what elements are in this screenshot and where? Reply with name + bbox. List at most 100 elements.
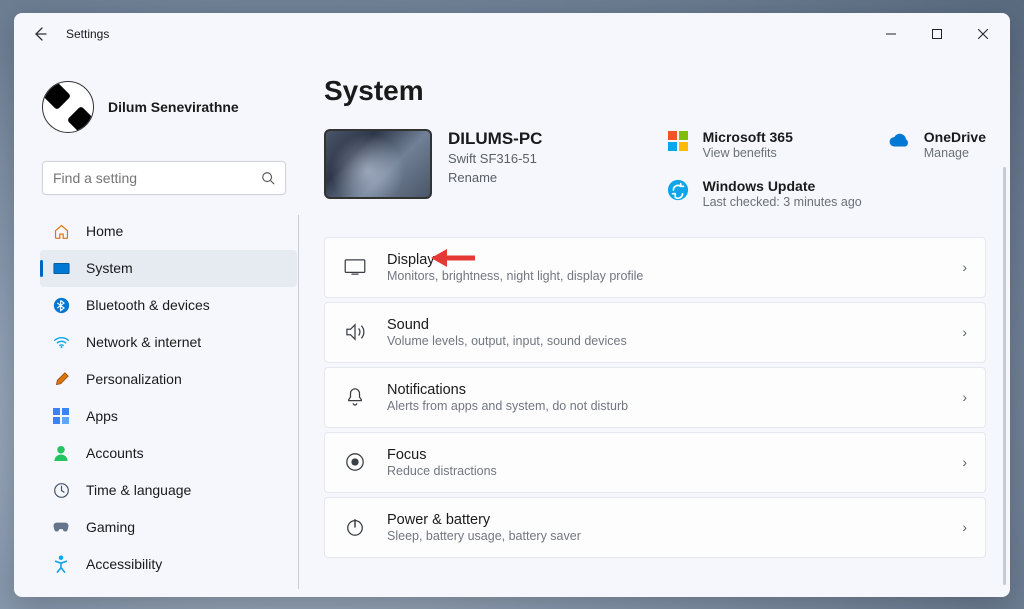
accessibility-icon	[52, 555, 70, 573]
promo-title: Microsoft 365	[703, 129, 793, 145]
apps-icon	[52, 407, 70, 425]
ms365-icon	[667, 130, 689, 152]
summary-row: DILUMS-PC Swift SF316-51 Rename Microsof…	[324, 129, 986, 209]
scrollbar[interactable]	[1003, 167, 1006, 585]
chevron-right-icon: ›	[962, 454, 967, 470]
nav-network[interactable]: Network & internet	[40, 324, 297, 361]
power-icon	[343, 517, 367, 537]
nav-label: Home	[86, 223, 123, 239]
person-icon	[52, 444, 70, 462]
nav-label: Accounts	[86, 445, 144, 461]
chevron-right-icon: ›	[962, 519, 967, 535]
settings-cards: DisplayMonitors, brightness, night light…	[324, 237, 986, 558]
card-display[interactable]: DisplayMonitors, brightness, night light…	[324, 237, 986, 298]
bluetooth-icon	[52, 296, 70, 314]
card-sound[interactable]: SoundVolume levels, output, input, sound…	[324, 302, 986, 363]
close-icon	[978, 29, 988, 39]
system-icon	[52, 259, 70, 277]
promo-title: Windows Update	[703, 178, 862, 194]
nav-label: Gaming	[86, 519, 135, 535]
chevron-right-icon: ›	[962, 389, 967, 405]
minimize-icon	[886, 29, 896, 39]
promo-sub: Last checked: 3 minutes ago	[703, 195, 862, 209]
ms365-promo[interactable]: Microsoft 365View benefits	[667, 129, 862, 160]
back-arrow-icon	[32, 26, 48, 42]
card-title: Sound	[387, 317, 942, 333]
card-focus[interactable]: FocusReduce distractions ›	[324, 432, 986, 493]
search-box[interactable]	[42, 161, 286, 195]
card-sub: Reduce distractions	[387, 464, 942, 478]
nav-personalization[interactable]: Personalization	[40, 361, 297, 398]
main-panel: System DILUMS-PC Swift SF316-51 Rename M…	[304, 55, 1010, 597]
window-title: Settings	[66, 27, 109, 41]
titlebar: Settings	[14, 13, 1010, 55]
nav-bluetooth[interactable]: Bluetooth & devices	[40, 287, 297, 324]
nav-accessibility[interactable]: Accessibility	[40, 546, 297, 583]
promo-sub: View benefits	[703, 146, 793, 160]
chevron-right-icon: ›	[962, 259, 967, 275]
onedrive-promo[interactable]: OneDriveManage	[888, 129, 986, 160]
settings-window: Settings Dilum Senevirathne Home System …	[14, 13, 1010, 597]
nav-label: Accessibility	[86, 556, 162, 572]
nav-list: Home System Bluetooth & devices Network …	[22, 209, 300, 589]
rename-link[interactable]: Rename	[448, 170, 542, 185]
maximize-button[interactable]	[914, 18, 960, 50]
card-sub: Monitors, brightness, night light, displ…	[387, 269, 942, 283]
nav-accounts[interactable]: Accounts	[40, 435, 297, 472]
card-sub: Alerts from apps and system, do not dist…	[387, 399, 942, 413]
card-sub: Volume levels, output, input, sound devi…	[387, 334, 942, 348]
nav-label: Network & internet	[86, 334, 201, 350]
card-power[interactable]: Power & batterySleep, battery usage, bat…	[324, 497, 986, 558]
clock-icon	[52, 481, 70, 499]
card-title: Focus	[387, 447, 942, 463]
chevron-right-icon: ›	[962, 324, 967, 340]
sidebar: Dilum Senevirathne Home System Bluetooth…	[14, 55, 304, 597]
nav-label: Personalization	[86, 371, 182, 387]
promo-column-right: OneDriveManage	[888, 129, 986, 209]
focus-icon	[343, 452, 367, 472]
back-button[interactable]	[24, 18, 56, 50]
promo-sub: Manage	[924, 146, 986, 160]
nav-apps[interactable]: Apps	[40, 398, 297, 435]
minimize-button[interactable]	[868, 18, 914, 50]
cloud-icon	[888, 130, 910, 152]
nav-home[interactable]: Home	[40, 213, 297, 250]
bell-icon	[343, 387, 367, 407]
display-icon	[343, 259, 367, 275]
pc-name: DILUMS-PC	[448, 129, 542, 149]
update-icon	[667, 179, 689, 201]
card-title: Notifications	[387, 382, 942, 398]
promo-title: OneDrive	[924, 129, 986, 145]
gamepad-icon	[52, 518, 70, 536]
annotation-arrow-icon	[429, 246, 477, 270]
search-icon	[261, 171, 275, 185]
sound-icon	[343, 323, 367, 341]
page-title: System	[324, 75, 986, 107]
nav-gaming[interactable]: Gaming	[40, 509, 297, 546]
maximize-icon	[932, 29, 942, 39]
windows-update-promo[interactable]: Windows UpdateLast checked: 3 minutes ag…	[667, 178, 862, 209]
wifi-icon	[52, 333, 70, 351]
nav-label: Time & language	[86, 482, 191, 498]
nav-label: Apps	[86, 408, 118, 424]
content-area: Dilum Senevirathne Home System Bluetooth…	[14, 55, 1010, 597]
pc-model: Swift SF316-51	[448, 151, 542, 166]
user-name: Dilum Senevirathne	[108, 99, 239, 115]
card-sub: Sleep, battery usage, battery saver	[387, 529, 942, 543]
search-input[interactable]	[53, 170, 261, 186]
promo-column-left: Microsoft 365View benefits Windows Updat…	[667, 129, 862, 209]
home-icon	[52, 222, 70, 240]
nav-label: Bluetooth & devices	[86, 297, 210, 313]
nav-time[interactable]: Time & language	[40, 472, 297, 509]
pc-card[interactable]: DILUMS-PC Swift SF316-51 Rename	[324, 129, 641, 209]
nav-system[interactable]: System	[40, 250, 297, 287]
pc-info: DILUMS-PC Swift SF316-51 Rename	[448, 129, 542, 185]
avatar	[42, 81, 94, 133]
close-button[interactable]	[960, 18, 1006, 50]
user-profile[interactable]: Dilum Senevirathne	[22, 63, 300, 143]
brush-icon	[52, 370, 70, 388]
pc-thumbnail	[324, 129, 432, 199]
card-title: Power & battery	[387, 512, 942, 528]
card-notifications[interactable]: NotificationsAlerts from apps and system…	[324, 367, 986, 428]
nav-label: System	[86, 260, 133, 276]
